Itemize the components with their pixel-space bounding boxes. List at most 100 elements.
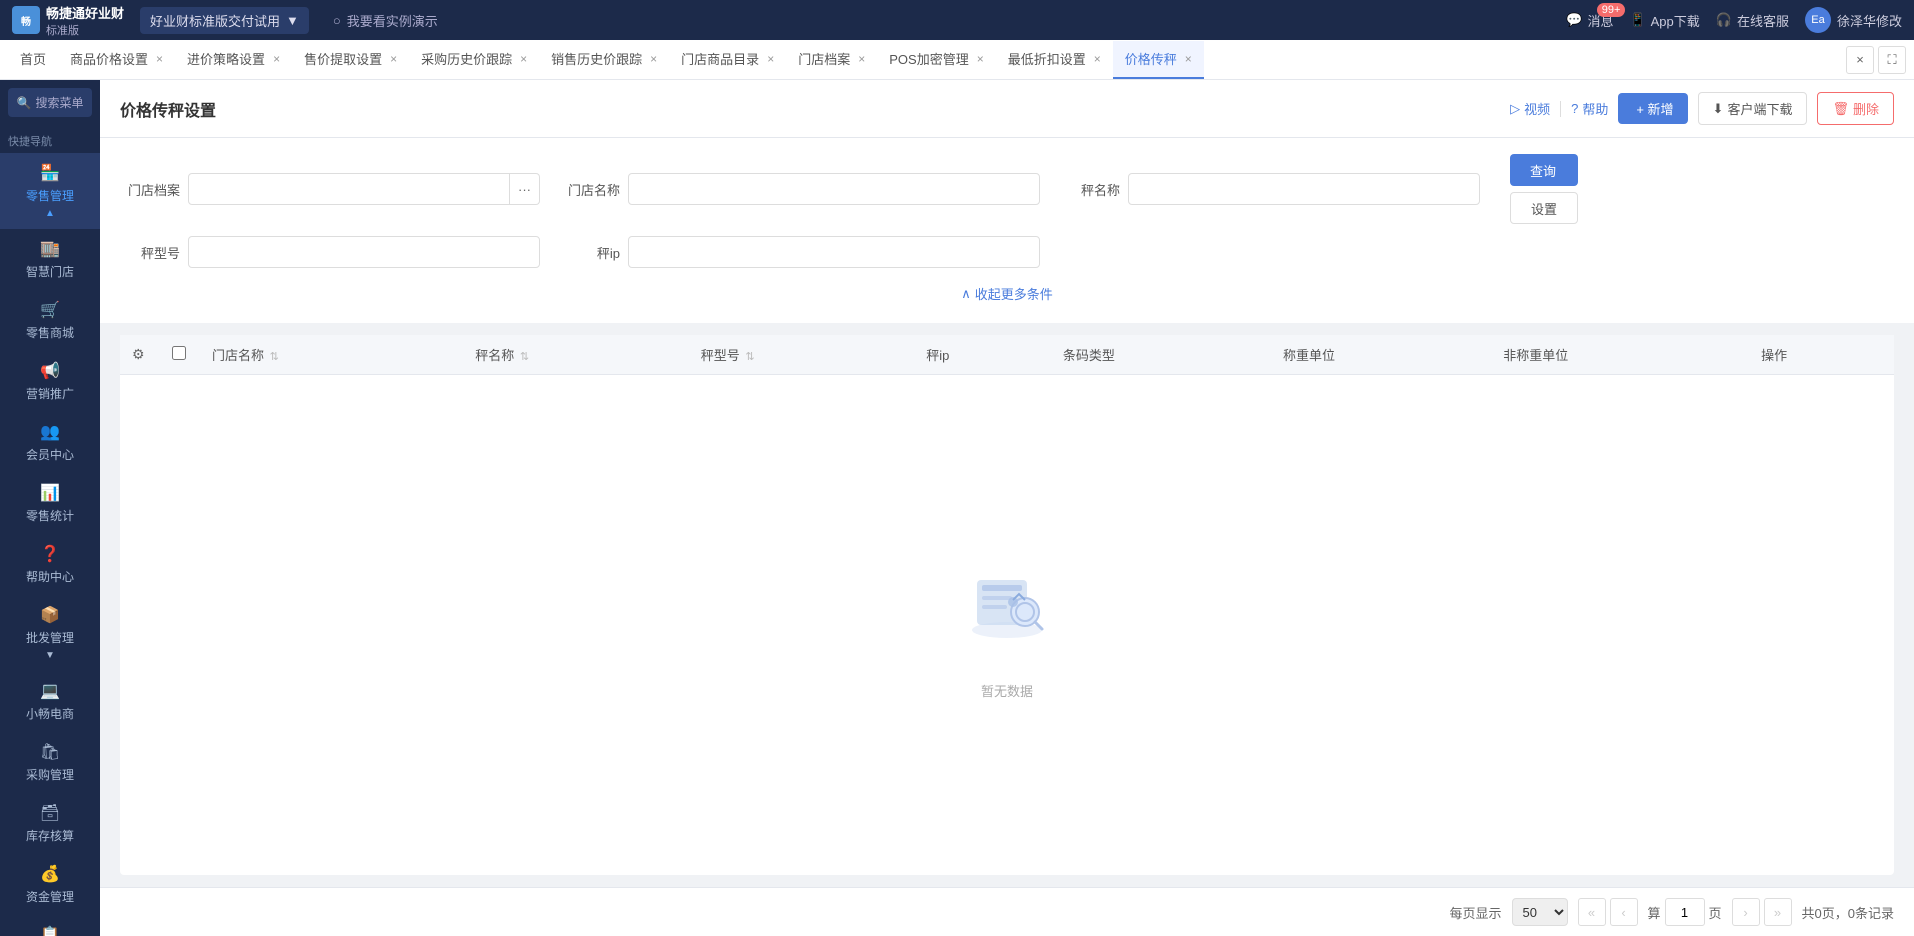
first-page-button[interactable]: « — [1578, 898, 1606, 926]
close-icon[interactable]: × — [858, 52, 865, 66]
store-name-input[interactable] — [628, 173, 1040, 205]
close-icon[interactable]: × — [520, 52, 527, 66]
close-icon[interactable]: × — [390, 52, 397, 66]
sidebar-item-member[interactable]: 👥 会员中心 — [0, 412, 100, 473]
store-archive-input[interactable] — [188, 173, 510, 205]
version-select[interactable]: 好业财标准版交付试用 ▼ — [140, 7, 309, 34]
search-form: 门店档案 ··· 门店名称 秤名称 — [100, 138, 1914, 323]
scale-name-input[interactable] — [1128, 173, 1480, 205]
user-area[interactable]: Ea 徐泽华修改 — [1805, 7, 1902, 33]
tab-pos-management[interactable]: POS加密管理 × — [877, 41, 995, 79]
sidebar-item-ledger[interactable]: 📋 总账管理 — [0, 915, 100, 936]
video-link[interactable]: ▷ 视频 — [1510, 99, 1550, 118]
scale-model-input[interactable] — [188, 236, 540, 268]
ecommerce-icon: 💻 — [40, 681, 60, 701]
sidebar-item-wholesale[interactable]: 📦 批发管理 ▼ — [0, 595, 100, 671]
col-scale-name: 秤名称 ⇅ — [463, 335, 689, 375]
sidebar-item-purchase[interactable]: 🛍 采购管理 — [0, 732, 100, 793]
sidebar-item-retail-stats[interactable]: 📊 零售统计 — [0, 473, 100, 534]
close-icon[interactable]: × — [156, 52, 163, 66]
page-total: 共0页，0条记录 — [1802, 903, 1894, 922]
close-icon[interactable]: × — [273, 52, 280, 66]
tab-price-scale-label: 价格传秤 — [1125, 49, 1177, 68]
divider — [1560, 101, 1561, 117]
close-icon[interactable]: × — [1094, 52, 1101, 66]
sidebar-item-finance[interactable]: 💰 资金管理 — [0, 854, 100, 915]
sidebar-item-retail-mgmt-label: 零售管理 — [26, 187, 74, 204]
tab-sale-price[interactable]: 售价提取设置 × — [292, 41, 409, 79]
sidebar-item-finance-label: 资金管理 — [26, 888, 74, 905]
user-name: 徐泽华修改 — [1837, 11, 1902, 30]
app-download-button[interactable]: 📱 App下载 — [1629, 11, 1699, 30]
select-all-checkbox[interactable] — [172, 346, 186, 360]
tab-pos-management-label: POS加密管理 — [889, 49, 968, 68]
query-button[interactable]: 查询 — [1510, 154, 1578, 186]
search-menu-button[interactable]: 🔍 搜索菜单 — [8, 88, 92, 117]
page-size-select[interactable]: 10 20 50 100 — [1512, 898, 1568, 926]
sidebar-item-retail-mgmt[interactable]: 🏪 零售管理 ▲ — [0, 153, 100, 229]
col-barcode-type: 条码类型 — [1051, 335, 1271, 375]
messages-button[interactable]: 💬 消息 99+ — [1566, 11, 1613, 30]
sidebar-item-smart-store[interactable]: 🏬 智慧门店 — [0, 229, 100, 290]
sidebar-item-smart-store-label: 智慧门店 — [26, 263, 74, 280]
sidebar-item-inventory[interactable]: 🗃 库存核算 — [0, 793, 100, 854]
sidebar-item-retail-stats-label: 零售统计 — [26, 507, 74, 524]
ledger-icon: 📋 — [40, 925, 60, 936]
retail-icon: 🏪 — [40, 163, 60, 183]
col-scale-model: 秤型号 ⇅ — [689, 335, 915, 375]
tab-price-setting[interactable]: 商品价格设置 × — [58, 41, 175, 79]
expand-tab-button[interactable]: ⛶ — [1878, 46, 1906, 74]
online-service-button[interactable]: 🎧 在线客服 — [1716, 11, 1789, 30]
tab-store-archive-label: 门店档案 — [798, 49, 850, 68]
tab-purchase-history[interactable]: 采购历史价跟踪 × — [409, 41, 539, 79]
page-label: 算 — [1648, 903, 1661, 922]
sidebar-item-retail-mall-label: 零售商城 — [26, 324, 74, 341]
page-header: 价格传秤设置 ▷ 视频 ? 帮助 + 新增 — [100, 80, 1914, 138]
settings-form-button[interactable]: 设置 — [1510, 192, 1578, 224]
client-download-button[interactable]: ⬇ 客户端下载 — [1698, 92, 1808, 125]
close-tab-button[interactable]: × — [1846, 46, 1874, 74]
add-button[interactable]: + 新增 — [1618, 93, 1687, 124]
sidebar-item-member-label: 会员中心 — [26, 446, 74, 463]
close-icon[interactable]: × — [767, 52, 774, 66]
close-icon[interactable]: × — [650, 52, 657, 66]
close-icon[interactable]: × — [1185, 52, 1192, 66]
page-title: 价格传秤设置 — [120, 97, 216, 121]
tab-store-catalog[interactable]: 门店商品目录 × — [669, 41, 786, 79]
sidebar-item-ecommerce-label: 小畅电商 — [26, 705, 74, 722]
tab-min-discount-label: 最低折扣设置 — [1008, 49, 1086, 68]
store-archive-selector-button[interactable]: ··· — [510, 173, 540, 205]
headset-icon: 🎧 — [1716, 12, 1732, 28]
demo-icon: ○ — [333, 13, 341, 28]
tab-purchase-strategy[interactable]: 进价策略设置 × — [175, 41, 292, 79]
next-page-button[interactable]: › — [1732, 898, 1760, 926]
inventory-icon: 🗃 — [40, 803, 60, 823]
table-settings-icon[interactable]: ⚙ — [132, 346, 145, 362]
demo-link[interactable]: ○ 我要看实例演示 — [333, 11, 438, 30]
last-page-icon: » — [1774, 905, 1781, 920]
sidebar-item-ecommerce[interactable]: 💻 小畅电商 — [0, 671, 100, 732]
tab-home[interactable]: 首页 — [8, 41, 58, 79]
page-input-group: 算 页 — [1648, 898, 1722, 926]
first-page-icon: « — [1588, 905, 1595, 920]
prev-page-button[interactable]: ‹ — [1610, 898, 1638, 926]
tab-sales-history[interactable]: 销售历史价跟踪 × — [539, 41, 669, 79]
close-icon[interactable]: × — [977, 52, 984, 66]
page-number-input[interactable] — [1665, 898, 1705, 926]
collapse-button[interactable]: ∧ 收起更多条件 — [120, 280, 1894, 307]
delete-button[interactable]: 🗑 删除 — [1817, 92, 1894, 125]
pagination-bar: 每页显示 10 20 50 100 « ‹ 算 — [100, 887, 1914, 936]
sidebar-item-marketing[interactable]: 📢 营销推广 — [0, 351, 100, 412]
help-link[interactable]: ? 帮助 — [1571, 99, 1608, 118]
tab-min-discount[interactable]: 最低折扣设置 × — [996, 41, 1113, 79]
prev-page-icon: ‹ — [1621, 905, 1625, 920]
sort-icon: ⇅ — [745, 351, 754, 363]
sidebar-item-help[interactable]: ❓ 帮助中心 — [0, 534, 100, 595]
tab-store-archive[interactable]: 门店档案 × — [786, 41, 877, 79]
tab-price-scale[interactable]: 价格传秤 × — [1113, 41, 1204, 79]
scale-name-label: 秤名称 — [1060, 180, 1120, 199]
last-page-button[interactable]: » — [1764, 898, 1792, 926]
sidebar-item-inventory-label: 库存核算 — [26, 827, 74, 844]
sidebar-item-retail-mall[interactable]: 🛒 零售商城 — [0, 290, 100, 351]
scale-ip-input[interactable] — [628, 236, 1040, 268]
